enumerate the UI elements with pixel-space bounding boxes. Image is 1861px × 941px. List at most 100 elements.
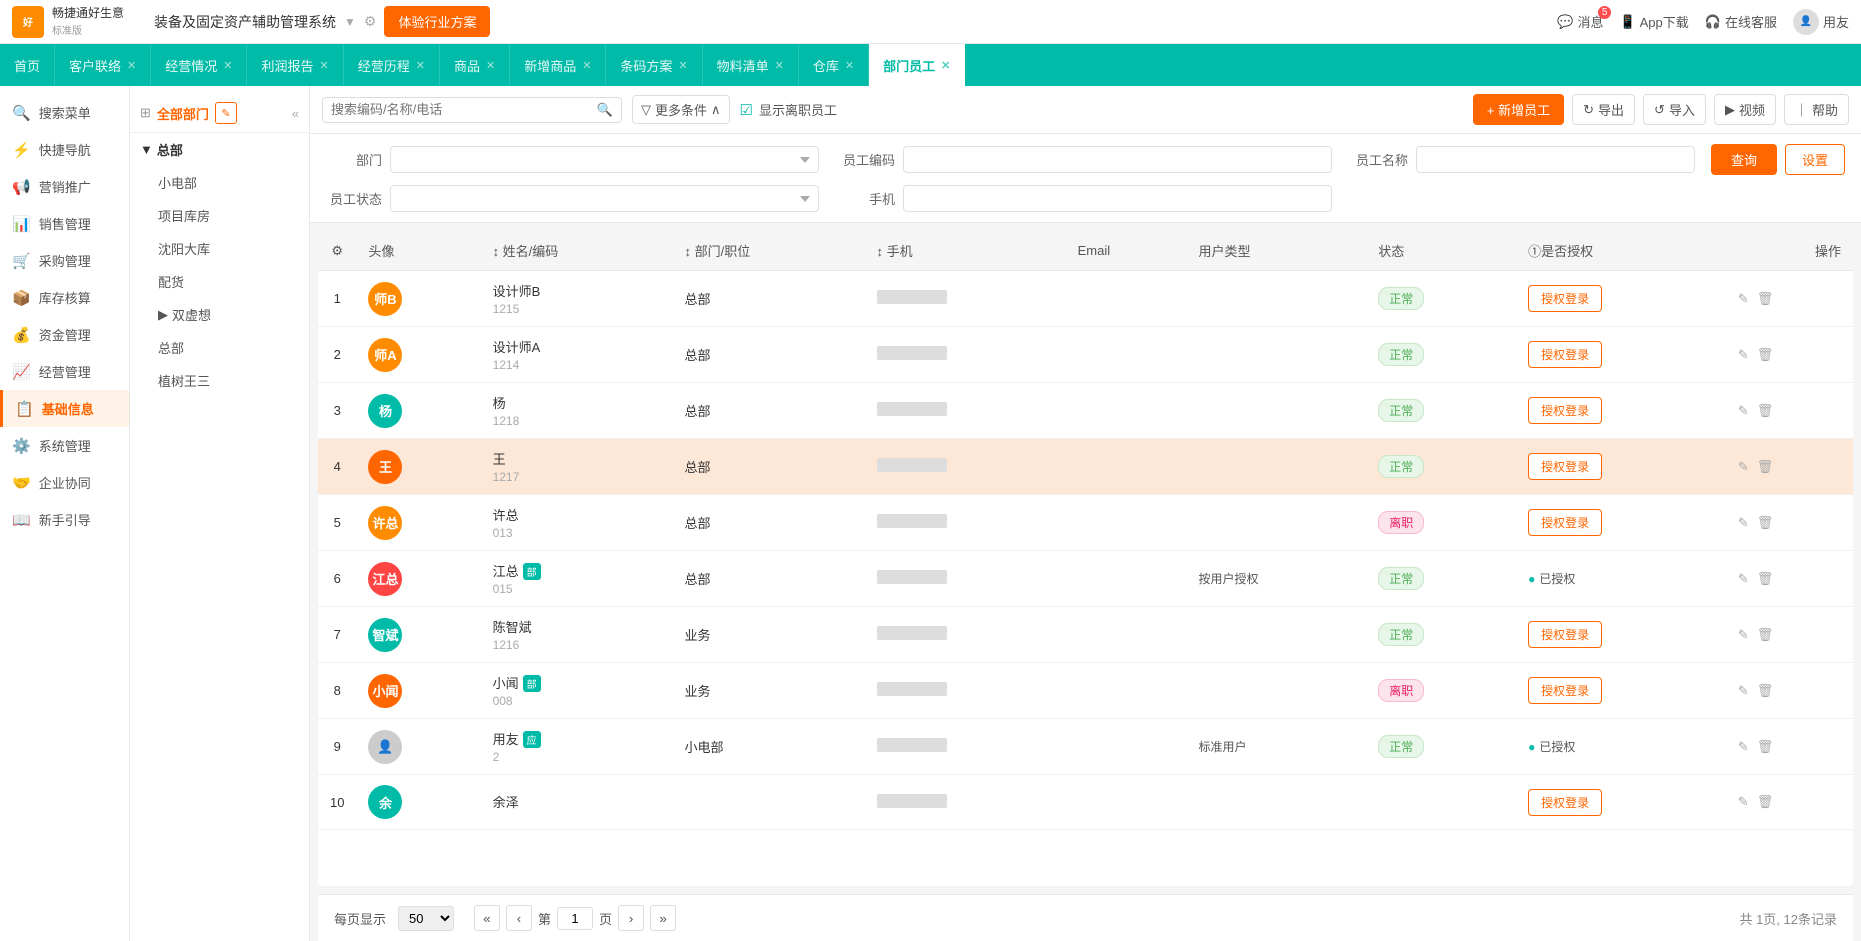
nav-dept-close[interactable]: ✕: [941, 59, 950, 72]
emp-code-filter-input[interactable]: [903, 146, 1332, 173]
page-number-input[interactable]: [557, 907, 593, 930]
prev-page-btn[interactable]: ‹: [506, 905, 532, 931]
dept-node-plant[interactable]: 植树王三: [130, 364, 309, 397]
delete-icon[interactable]: 🗑: [1757, 515, 1774, 531]
sidebar-item-inventory[interactable]: 📦 库存核算: [0, 279, 129, 316]
delete-icon[interactable]: 🗑: [1757, 571, 1774, 587]
dept-node-shuang[interactable]: ▶ 双虚想: [130, 298, 309, 331]
auth-button[interactable]: 授权登录: [1528, 341, 1602, 368]
edit-icon[interactable]: ✎: [1738, 515, 1749, 531]
nav-item-operation[interactable]: 经营情况 ✕: [151, 44, 247, 86]
nav-item-home[interactable]: 首页: [0, 44, 55, 86]
nav-item-barcode[interactable]: 条码方案 ✕: [606, 44, 702, 86]
dept-node-shenyang[interactable]: 沈阳大库: [130, 232, 309, 265]
edit-icon[interactable]: ✎: [1738, 739, 1749, 755]
import-button[interactable]: ↺ 导入: [1643, 94, 1706, 125]
sidebar-item-purchase[interactable]: 🛒 采购管理: [0, 242, 129, 279]
sidebar-item-guide[interactable]: 📖 新手引导: [0, 501, 129, 538]
sidebar-item-search[interactable]: 🔍 搜索菜单: [0, 94, 129, 131]
auth-button[interactable]: 授权登录: [1528, 621, 1602, 648]
auth-button[interactable]: 授权登录: [1528, 677, 1602, 704]
edit-icon[interactable]: ✎: [1738, 794, 1749, 810]
all-dept-label[interactable]: 全部部门: [157, 104, 209, 123]
auth-button[interactable]: 授权登录: [1528, 453, 1602, 480]
auth-button[interactable]: 授权登录: [1528, 509, 1602, 536]
show-resigned-checkbox[interactable]: ☑: [740, 101, 753, 119]
delete-icon[interactable]: 🗑: [1757, 347, 1774, 363]
phone-filter-input[interactable]: [903, 185, 1332, 212]
export-button[interactable]: ↻ 导出: [1572, 94, 1635, 125]
nav-item-bom[interactable]: 物料清单 ✕: [703, 44, 799, 86]
last-page-btn[interactable]: »: [650, 905, 676, 931]
sidebar-item-collab[interactable]: 🤝 企业协同: [0, 464, 129, 501]
dept-node-head[interactable]: 总部: [130, 331, 309, 364]
more-filters-btn[interactable]: ▽ 更多条件 ∧: [632, 95, 730, 124]
title-dropdown-arrow[interactable]: ▼: [344, 15, 356, 29]
delete-icon[interactable]: 🗑: [1757, 627, 1774, 643]
col-dept-position[interactable]: ↕ 部门/职位: [673, 231, 865, 271]
online-support-item[interactable]: 🎧 在线客服: [1705, 12, 1777, 31]
sidebar-item-sales[interactable]: 📊 销售管理: [0, 205, 129, 242]
delete-icon[interactable]: 🗑: [1757, 459, 1774, 475]
auth-button[interactable]: 授权登录: [1528, 397, 1602, 424]
delete-icon[interactable]: 🗑: [1757, 739, 1774, 755]
add-employee-button[interactable]: + 新增员工: [1473, 94, 1564, 125]
help-button[interactable]: ｜ 帮助: [1784, 94, 1849, 125]
dept-node-electronics[interactable]: 小电部: [130, 166, 309, 199]
sidebar-item-finance[interactable]: 💰 资金管理: [0, 316, 129, 353]
nav-profit-close[interactable]: ✕: [320, 59, 329, 72]
nav-item-dept[interactable]: 部门员工 ✕: [869, 44, 965, 86]
nav-new-goods-close[interactable]: ✕: [582, 59, 591, 72]
query-button[interactable]: 查询: [1711, 144, 1777, 175]
message-item[interactable]: 💬 消息 5: [1557, 12, 1603, 31]
nav-item-customer[interactable]: 客户联络 ✕: [55, 44, 151, 86]
col-name-code[interactable]: ↕ 姓名/编码: [481, 231, 673, 271]
nav-goods-close[interactable]: ✕: [486, 59, 495, 72]
dept-edit-icon[interactable]: ✎: [215, 102, 237, 124]
nav-bom-close[interactable]: ✕: [775, 59, 784, 72]
nav-item-goods[interactable]: 商品 ✕: [440, 44, 510, 86]
trial-button[interactable]: 体验行业方案: [384, 6, 490, 37]
sidebar-item-operations[interactable]: 📈 经营管理: [0, 353, 129, 390]
nav-item-warehouse[interactable]: 仓库 ✕: [799, 44, 869, 86]
nav-barcode-close[interactable]: ✕: [678, 59, 687, 72]
col-settings[interactable]: ⚙: [318, 231, 356, 271]
edit-icon[interactable]: ✎: [1738, 403, 1749, 419]
sidebar-item-system[interactable]: ⚙️ 系统管理: [0, 427, 129, 464]
auth-button[interactable]: 授权登录: [1528, 789, 1602, 816]
status-filter-select[interactable]: [390, 185, 819, 212]
edit-icon[interactable]: ✎: [1738, 627, 1749, 643]
dept-node-distribution[interactable]: 配货: [130, 265, 309, 298]
next-page-btn[interactable]: ›: [618, 905, 644, 931]
nav-customer-close[interactable]: ✕: [127, 59, 136, 72]
edit-icon[interactable]: ✎: [1738, 459, 1749, 475]
set-button[interactable]: 设置: [1785, 144, 1845, 175]
search-input[interactable]: [331, 102, 591, 117]
nav-item-new-goods[interactable]: 新增商品 ✕: [510, 44, 606, 86]
dept-node-project[interactable]: 项目库房: [130, 199, 309, 232]
sidebar-item-quicknav[interactable]: ⚡ 快捷导航: [0, 131, 129, 168]
delete-icon[interactable]: 🗑: [1757, 794, 1774, 810]
auth-button[interactable]: 授权登录: [1528, 285, 1602, 312]
view-button[interactable]: ▶ 视频: [1714, 94, 1776, 125]
delete-icon[interactable]: 🗑: [1757, 403, 1774, 419]
sidebar-item-marketing[interactable]: 📢 营销推广: [0, 168, 129, 205]
nav-warehouse-close[interactable]: ✕: [845, 59, 854, 72]
delete-icon[interactable]: 🗑: [1757, 683, 1774, 699]
first-page-btn[interactable]: «: [474, 905, 500, 931]
user-item[interactable]: 👤 用友: [1793, 9, 1849, 35]
edit-icon[interactable]: ✎: [1738, 571, 1749, 587]
delete-icon[interactable]: 🗑: [1757, 291, 1774, 307]
page-size-select[interactable]: 50 100 200: [398, 906, 454, 931]
dept-filter-select[interactable]: [390, 146, 819, 173]
edit-icon[interactable]: ✎: [1738, 683, 1749, 699]
col-phone[interactable]: ↕ 手机: [865, 231, 1066, 271]
nav-item-profit[interactable]: 利润报告 ✕: [247, 44, 343, 86]
edit-icon[interactable]: ✎: [1738, 347, 1749, 363]
settings-icon[interactable]: ⚙: [364, 13, 377, 30]
nav-item-history[interactable]: 经营历程 ✕: [344, 44, 440, 86]
dept-collapse-icon[interactable]: «: [292, 106, 299, 121]
nav-operation-close[interactable]: ✕: [223, 59, 232, 72]
nav-history-close[interactable]: ✕: [416, 59, 425, 72]
emp-name-filter-input[interactable]: [1416, 146, 1695, 173]
